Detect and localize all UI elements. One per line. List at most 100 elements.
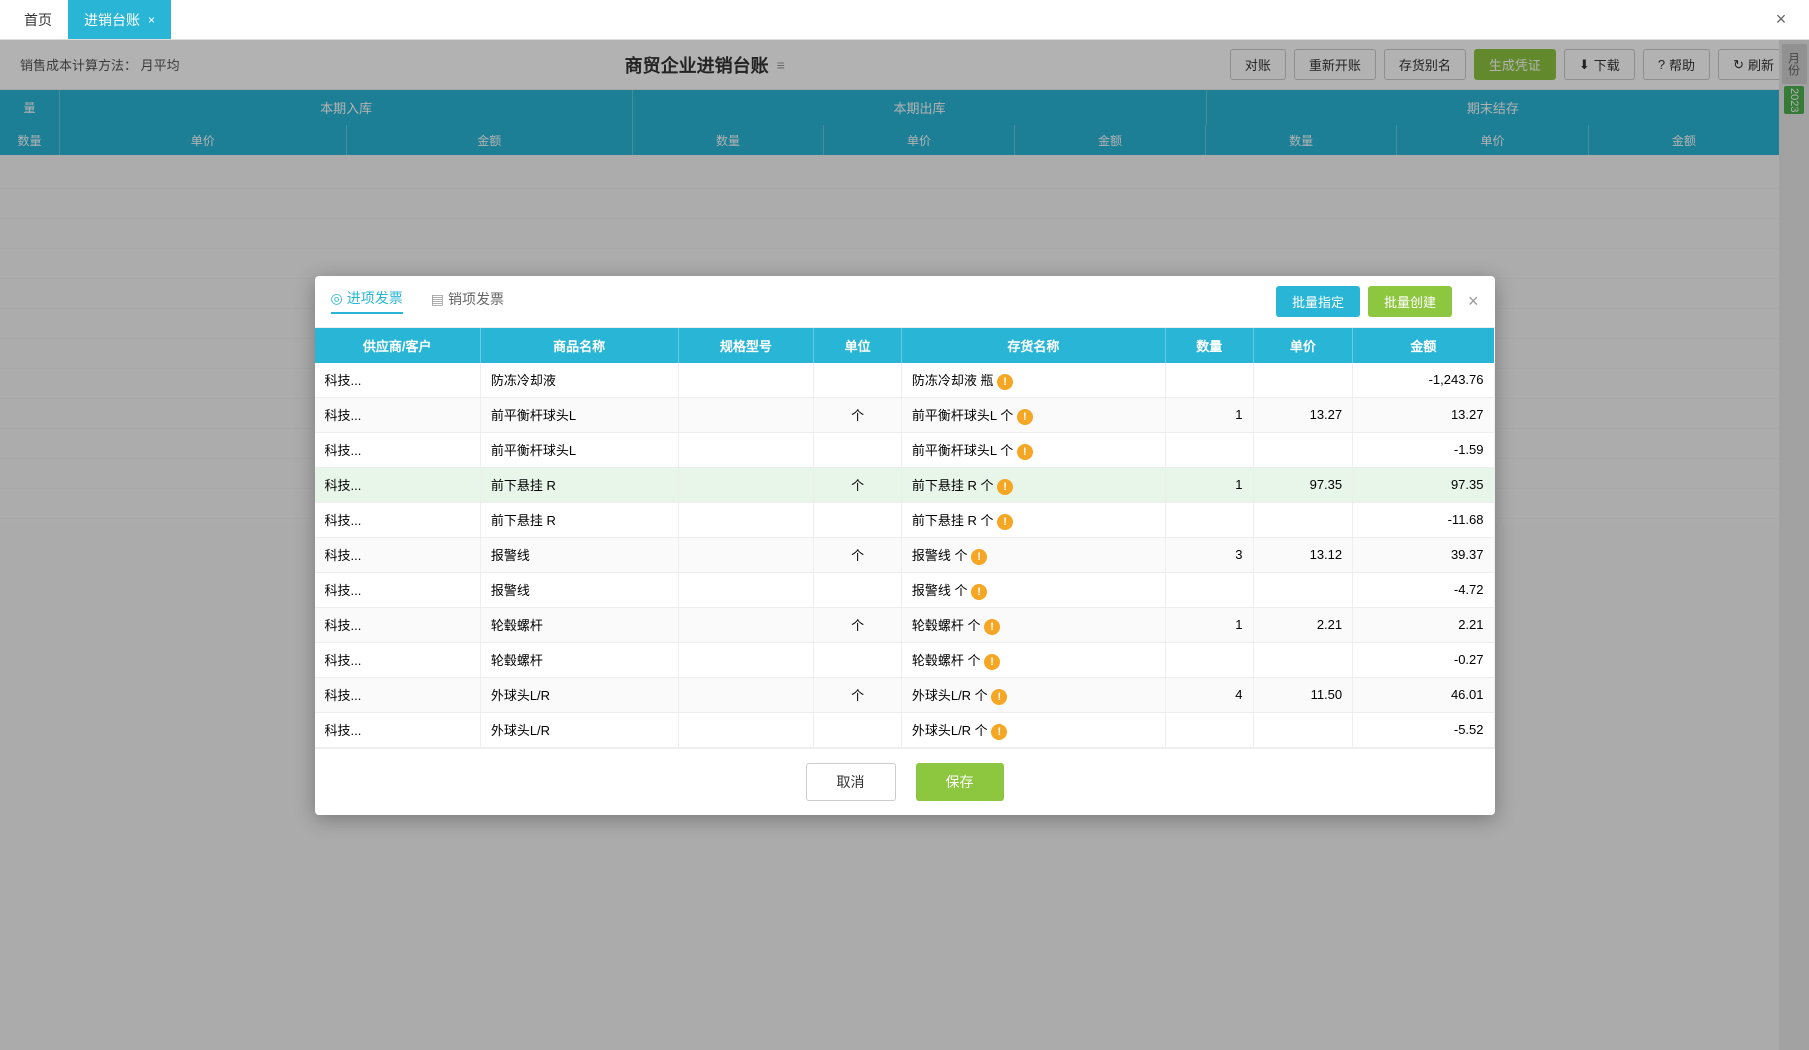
table-cell-6: 13.12	[1253, 537, 1353, 572]
table-cell-6	[1253, 642, 1353, 677]
table-cell-1: 轮毂螺杆	[480, 642, 678, 677]
table-cell-1: 防冻冷却液	[480, 363, 678, 398]
table-cell-6: 97.35	[1253, 467, 1353, 502]
table-cell-3: 个	[814, 607, 901, 642]
table-cell-3	[814, 572, 901, 607]
table-cell-7: 2.21	[1353, 607, 1494, 642]
col-inventory-name: 存货名称	[901, 328, 1165, 363]
table-cell-1: 前下悬挂 R	[480, 467, 678, 502]
table-cell-6	[1253, 502, 1353, 537]
table-row[interactable]: 科技...前平衡杆球头L个前平衡杆球头L 个 !113.2713.27	[315, 397, 1495, 432]
table-cell-7: 13.27	[1353, 397, 1494, 432]
table-cell-3	[814, 712, 901, 747]
table-row[interactable]: 科技...报警线报警线 个 !-4.72	[315, 572, 1495, 607]
table-cell-0: 科技...	[315, 363, 481, 398]
table-cell-7: 97.35	[1353, 467, 1494, 502]
modal-header-actions: 批量指定 批量创建 ×	[1276, 286, 1479, 317]
jinxiao-tab[interactable]: 进销台账 ×	[68, 0, 171, 39]
batch-create-button[interactable]: 批量创建	[1368, 286, 1452, 317]
table-row[interactable]: 科技...外球头L/R外球头L/R 个 !-5.52	[315, 712, 1495, 747]
table-cell-4: 轮毂螺杆 个 !	[901, 642, 1165, 677]
table-cell-0: 科技...	[315, 712, 481, 747]
home-tab[interactable]: 首页	[8, 0, 68, 39]
table-cell-5	[1166, 572, 1253, 607]
table-cell-4: 防冻冷却液 瓶 !	[901, 363, 1165, 398]
table-cell-5: 1	[1166, 607, 1253, 642]
col-supplier: 供应商/客户	[315, 328, 481, 363]
modal-overlay: ◎ 进项发票 ▤ 销项发票 批量指定 批量创建 ×	[0, 40, 1809, 1050]
table-row[interactable]: 科技...防冻冷却液防冻冷却液 瓶 !-1,243.76	[315, 363, 1495, 398]
table-cell-2	[678, 677, 814, 712]
invoice-table-body: 科技...防冻冷却液防冻冷却液 瓶 !-1,243.76科技...前平衡杆球头L…	[315, 363, 1495, 748]
table-row[interactable]: 科技...报警线个报警线 个 !313.1239.37	[315, 537, 1495, 572]
top-bar: 首页 进销台账 × ×	[0, 0, 1809, 40]
table-cell-4: 外球头L/R 个 !	[901, 677, 1165, 712]
table-cell-1: 报警线	[480, 537, 678, 572]
table-cell-6	[1253, 363, 1353, 398]
table-header-row: 供应商/客户 商品名称 规格型号 单位 存货名称 数量 单价 金额	[315, 328, 1495, 363]
table-cell-2	[678, 502, 814, 537]
table-row[interactable]: 科技...前平衡杆球头L前平衡杆球头L 个 !-1.59	[315, 432, 1495, 467]
table-cell-0: 科技...	[315, 607, 481, 642]
table-cell-2	[678, 642, 814, 677]
main-page: 销售成本计算方法： 月平均 商贸企业进销台账 ≡ 对账 重新开账 存货别名 生成…	[0, 40, 1809, 1050]
outbound-tab-icon: ▤	[431, 291, 444, 308]
col-amount: 金额	[1353, 328, 1494, 363]
table-cell-7: -0.27	[1353, 642, 1494, 677]
col-unit-price: 单价	[1253, 328, 1353, 363]
table-cell-1: 外球头L/R	[480, 677, 678, 712]
table-cell-2	[678, 467, 814, 502]
table-cell-0: 科技...	[315, 397, 481, 432]
table-cell-1: 报警线	[480, 572, 678, 607]
table-cell-5	[1166, 432, 1253, 467]
table-cell-2	[678, 397, 814, 432]
col-spec: 规格型号	[678, 328, 814, 363]
table-cell-2	[678, 432, 814, 467]
table-row[interactable]: 科技...轮毂螺杆 轮毂螺杆 个 ! -0.27	[315, 642, 1495, 677]
table-cell-4: 前平衡杆球头L 个 !	[901, 397, 1165, 432]
table-cell-0: 科技...	[315, 642, 481, 677]
tab-label: 进销台账	[84, 10, 140, 30]
table-cell-2	[678, 363, 814, 398]
table-cell-5	[1166, 502, 1253, 537]
table-row[interactable]: 科技...前下悬挂 R个前下悬挂 R 个 !197.3597.35	[315, 467, 1495, 502]
table-cell-7: -1.59	[1353, 432, 1494, 467]
table-cell-0: 科技...	[315, 432, 481, 467]
table-cell-6	[1253, 572, 1353, 607]
table-cell-1: 外球头L/R	[480, 712, 678, 747]
table-cell-3: 个	[814, 677, 901, 712]
tab-inbound-invoice[interactable]: ◎ 进项发票	[331, 288, 403, 314]
table-cell-1: 轮毂螺杆	[480, 607, 678, 642]
table-cell-1: 前平衡杆球头L	[480, 397, 678, 432]
table-cell-3: 个	[814, 397, 901, 432]
modal-header: ◎ 进项发票 ▤ 销项发票 批量指定 批量创建 ×	[315, 276, 1495, 328]
table-row[interactable]: 科技...轮毂螺杆个轮毂螺杆 个 !12.212.21	[315, 607, 1495, 642]
table-row[interactable]: 科技...前下悬挂 R前下悬挂 R 个 !-11.68	[315, 502, 1495, 537]
batch-assign-button[interactable]: 批量指定	[1276, 286, 1360, 317]
window-close-button[interactable]: ×	[1761, 0, 1801, 40]
table-cell-1: 前下悬挂 R	[480, 502, 678, 537]
table-cell-4: 前下悬挂 R 个 !	[901, 467, 1165, 502]
cancel-button[interactable]: 取消	[806, 763, 896, 801]
inbound-tab-icon: ◎	[331, 290, 343, 307]
table-cell-5: 1	[1166, 467, 1253, 502]
table-cell-0: 科技...	[315, 502, 481, 537]
table-cell-4: 报警线 个 !	[901, 572, 1165, 607]
tab-outbound-invoice[interactable]: ▤ 销项发票	[431, 289, 504, 313]
table-cell-4: 报警线 个 !	[901, 537, 1165, 572]
table-cell-3	[814, 502, 901, 537]
table-cell-5	[1166, 712, 1253, 747]
table-cell-0: 科技...	[315, 467, 481, 502]
table-cell-7: 46.01	[1353, 677, 1494, 712]
table-cell-4: 前下悬挂 R 个 !	[901, 502, 1165, 537]
table-cell-4: 轮毂螺杆 个 !	[901, 607, 1165, 642]
invoice-modal: ◎ 进项发票 ▤ 销项发票 批量指定 批量创建 ×	[315, 276, 1495, 815]
table-row[interactable]: 科技...外球头L/R个外球头L/R 个 !411.5046.01	[315, 677, 1495, 712]
table-cell-2	[678, 712, 814, 747]
table-cell-6	[1253, 432, 1353, 467]
modal-close-button[interactable]: ×	[1468, 286, 1479, 317]
table-cell-5: 3	[1166, 537, 1253, 572]
save-button[interactable]: 保存	[916, 763, 1004, 801]
tab-close-icon[interactable]: ×	[148, 13, 155, 27]
table-cell-0: 科技...	[315, 677, 481, 712]
